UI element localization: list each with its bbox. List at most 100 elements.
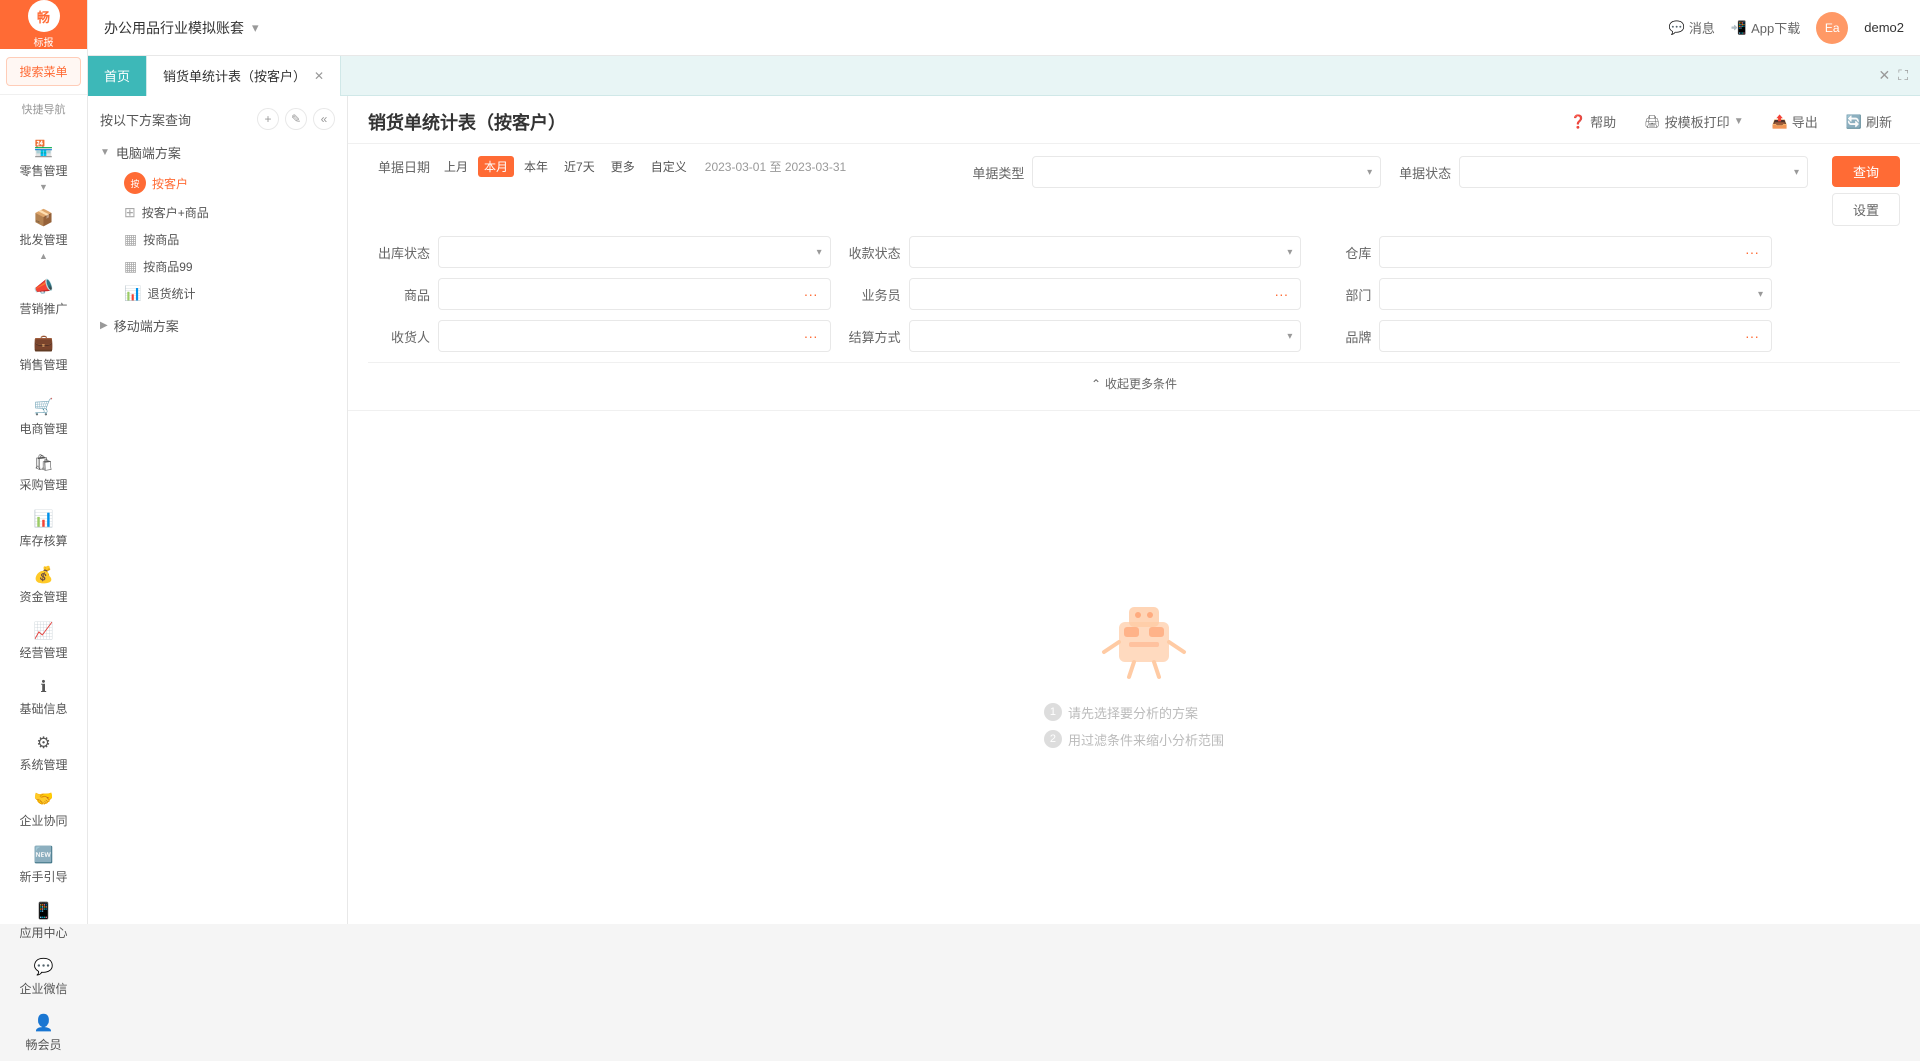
sidebar-item-system[interactable]: ⚙ 系统管理 — [0, 725, 87, 781]
platform-dropdown-icon[interactable]: ▾ — [252, 20, 259, 36]
date-btn-custom[interactable]: 自定义 — [645, 156, 693, 177]
refresh-button[interactable]: 🔄 刷新 — [1838, 108, 1900, 135]
date-btn-more[interactable]: 更多 — [605, 156, 641, 177]
active-scheme-icon: 按 — [124, 172, 146, 194]
help-label: 帮助 — [1590, 112, 1616, 131]
print-icon: 🖨 — [1644, 114, 1661, 130]
product-dots[interactable]: ··· — [800, 286, 822, 302]
sidebar-item-wechat[interactable]: 💬 企业微信 — [0, 949, 87, 1005]
platform-title: 办公用品行业模拟账套 — [104, 18, 244, 38]
settlement-select[interactable]: ▾ — [909, 320, 1302, 352]
add-scheme-button[interactable]: + — [257, 108, 279, 130]
collapse-panel-button[interactable]: « — [313, 108, 335, 130]
department-select[interactable]: ▾ — [1379, 278, 1772, 310]
sidebar-item-wholesale[interactable]: 📦 批发管理 ▲ — [0, 200, 87, 269]
date-range-text: 2023-03-01 至 2023-03-31 — [705, 158, 846, 175]
tab-home[interactable]: 首页 — [88, 56, 147, 96]
date-btn-last-month[interactable]: 上月 — [438, 156, 474, 177]
page-content: 按以下方案查询 + ✎ « ▼ 电脑端方案 — [88, 96, 1920, 924]
scheme-by-customer-product[interactable]: ⊞ 按客户+商品 — [100, 199, 347, 226]
refresh-icon: 🔄 — [1846, 114, 1862, 130]
collapse-filter-button[interactable]: ⌃ 收起更多条件 — [368, 369, 1900, 398]
warehouse-dots[interactable]: ··· — [1741, 244, 1763, 260]
sidebar-item-sales[interactable]: 💼 销售管理 — [0, 325, 87, 381]
scheme-by-customer-product-label: 按客户+商品 — [142, 204, 209, 221]
settlement-chevron: ▾ — [1287, 331, 1292, 342]
date-btn-this-month[interactable]: 本月 — [478, 156, 514, 177]
tab-sales-stat[interactable]: 销货单统计表（按客户） ✕ — [147, 56, 341, 96]
search-buttons: 查询 设置 — [1832, 156, 1900, 226]
user-initial: Ea — [1825, 21, 1840, 35]
sidebar-item-inventory[interactable]: 📊 库存核算 — [0, 501, 87, 557]
tree-group-desktop[interactable]: ▼ 电脑端方案 — [88, 138, 347, 167]
recipient-select[interactable]: ··· — [438, 320, 831, 352]
sales-icon: 💼 — [34, 333, 54, 353]
department-label: 部门 — [1309, 285, 1379, 304]
sidebar-item-ecommerce[interactable]: 🛒 电商管理 — [0, 389, 87, 445]
scheme-by-product[interactable]: ▦ 按商品 — [100, 226, 347, 253]
empty-hints: 1 请先选择要分析的方案 2 用过滤条件来缩小分析范围 — [1044, 703, 1224, 749]
salesperson-dots[interactable]: ··· — [1270, 286, 1292, 302]
tree-group-mobile[interactable]: ▶ 移动端方案 — [88, 311, 347, 340]
hint-num-1: 1 — [1044, 703, 1062, 721]
settings-button[interactable]: 设置 — [1832, 193, 1900, 226]
out-status-select[interactable]: ▾ — [438, 236, 831, 268]
scheme-refund-stat[interactable]: 📊 退货统计 — [100, 280, 347, 307]
sidebar-item-business[interactable]: 📈 经营管理 — [0, 613, 87, 669]
date-btn-this-year[interactable]: 本年 — [518, 156, 554, 177]
export-icon: 📤 — [1772, 114, 1788, 130]
sidebar-item-wholesale-label: 批发管理 — [19, 231, 67, 248]
order-type-select[interactable]: ▾ — [1032, 156, 1381, 188]
salesperson-select[interactable]: ··· — [909, 278, 1302, 310]
edit-scheme-button[interactable]: ✎ — [285, 108, 307, 130]
message-button[interactable]: 💬 消息 — [1669, 18, 1715, 37]
tab-close-icon[interactable]: ✕ — [314, 69, 324, 83]
page-actions: ❓ 帮助 🖨 按模板打印 ▼ 📤 导出 🔄 刷新 — [1562, 108, 1900, 135]
logo-area[interactable]: 畅 标报 — [0, 0, 87, 49]
sidebar-item-appcenter[interactable]: 📱 应用中心 — [0, 893, 87, 949]
sidebar-item-member[interactable]: 👤 畅会员 — [0, 1005, 87, 1061]
user-avatar[interactable]: Ea — [1816, 12, 1848, 44]
sidebar-item-newbie-label: 新手引导 — [19, 868, 67, 885]
add-icon: + — [264, 112, 271, 126]
search-menu-button[interactable]: 搜索菜单 — [6, 57, 81, 86]
order-status-select[interactable]: ▾ — [1459, 156, 1808, 188]
product-select[interactable]: ··· — [438, 278, 831, 310]
app-download-button[interactable]: 📲 App下载 — [1731, 18, 1800, 37]
sidebar-item-newbie[interactable]: 🆕 新手引导 — [0, 837, 87, 893]
sidebar-item-purchase[interactable]: 🛍 采购管理 — [0, 445, 87, 501]
recipient-dots[interactable]: ··· — [800, 328, 822, 344]
sidebar-item-enterprise[interactable]: 🤝 企业协同 — [0, 781, 87, 837]
receipt-status-select[interactable]: ▾ — [909, 236, 1302, 268]
template-print-button[interactable]: 🖨 按模板打印 ▼ — [1636, 108, 1751, 135]
sidebar-item-member-label: 畅会员 — [25, 1036, 61, 1053]
sidebar: 畅 标报 搜索菜单 快捷导航 🏪 零售管理 ▼ 📦 批发管理 ▲ 📣 营销推广 … — [0, 0, 88, 924]
warehouse-select[interactable]: ··· — [1379, 236, 1772, 268]
help-button[interactable]: ❓ 帮助 — [1562, 108, 1624, 135]
sidebar-item-finance[interactable]: 💰 资金管理 — [0, 557, 87, 613]
search-button[interactable]: 查询 — [1832, 156, 1900, 187]
tab-maximize-icon[interactable]: ⛶ — [1898, 67, 1908, 84]
left-panel-title: 按以下方案查询 — [100, 110, 191, 129]
date-btn-7days[interactable]: 近7天 — [558, 156, 601, 177]
scheme-by-product-label: 按商品 — [143, 231, 179, 248]
settlement-label: 结算方式 — [839, 327, 909, 346]
tab-close-window-icon[interactable]: ✕ — [1878, 67, 1890, 84]
logo-icon: 畅 — [28, 0, 60, 32]
date-quick-btns: 上月 本月 本年 近7天 更多 自定义 — [438, 156, 693, 177]
filter-area: 单据日期 上月 本月 本年 近7天 更多 自定义 2023-03-01 至 20… — [348, 144, 1920, 411]
scheme-icon-1: ⊞ — [124, 204, 136, 221]
scheme-by-customer[interactable]: 按 按客户 — [100, 167, 347, 199]
sidebar-item-retail[interactable]: 🏪 零售管理 ▼ — [0, 131, 87, 200]
brand-dots[interactable]: ··· — [1741, 328, 1763, 344]
recipient-label: 收货人 — [368, 327, 438, 346]
tree-toggle-desktop: ▼ — [100, 147, 110, 158]
scheme-by-product99[interactable]: ▦ 按商品99 — [100, 253, 347, 280]
sidebar-item-basic[interactable]: ℹ 基础信息 — [0, 669, 87, 725]
brand-select[interactable]: ··· — [1379, 320, 1772, 352]
tree-children-desktop: 按 按客户 ⊞ 按客户+商品 ▦ 按商品 ▦ 按商品99 📊 — [88, 167, 347, 307]
export-button[interactable]: 📤 导出 — [1764, 108, 1826, 135]
sidebar-item-marketing[interactable]: 📣 营销推广 — [0, 269, 87, 325]
department-chevron: ▾ — [1758, 289, 1763, 300]
order-status-chevron: ▾ — [1794, 167, 1799, 178]
